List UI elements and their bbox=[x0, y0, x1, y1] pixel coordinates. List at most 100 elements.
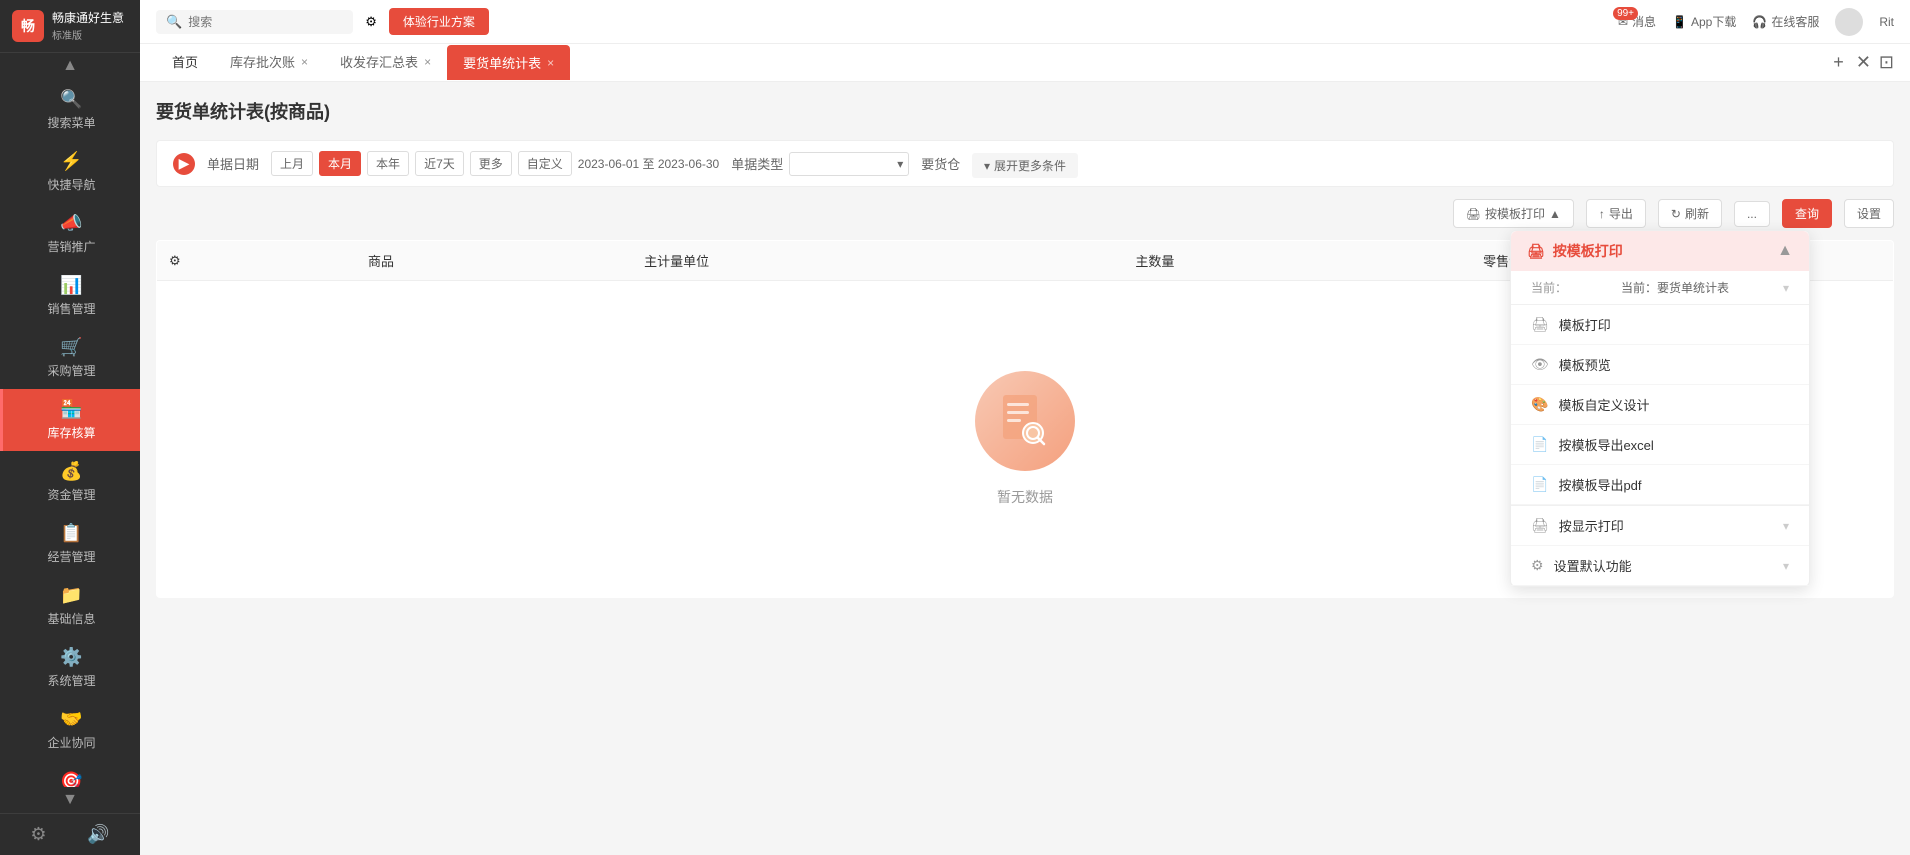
sidebar-bottom: ⚙ 🔊 bbox=[0, 813, 140, 855]
main-area: 🔍 ⚙ 体验行业方案 ✉ 99+ 消息 📱 App下载 🎧 在线客服 bbox=[140, 0, 1910, 855]
warehouse-filter: 要货仓 bbox=[921, 154, 960, 173]
avatar[interactable] bbox=[1835, 8, 1863, 36]
tabbar: 首页 库存批次账 × 收发存汇总表 × 要货单统计表 × + ✕ ⊡ bbox=[140, 44, 1910, 82]
sidebar-label-inventory: 库存核算 bbox=[47, 424, 95, 441]
sidebar-sound-icon[interactable]: 🔊 bbox=[87, 824, 109, 845]
col-quantity: 主数量 bbox=[1123, 241, 1471, 281]
tab-close-inventory-batch[interactable]: × bbox=[301, 55, 308, 69]
sidebar-item-basics[interactable]: 📁 基础信息 bbox=[0, 575, 140, 637]
query-btn[interactable]: 查询 bbox=[1782, 199, 1832, 228]
window-close-icon[interactable]: ✕ bbox=[1856, 52, 1871, 73]
sidebar-label-quicknav: 快捷导航 bbox=[47, 176, 95, 193]
window-maximize-icon[interactable]: ⊡ bbox=[1879, 52, 1894, 73]
type-filter-label: 单据类型 bbox=[731, 154, 783, 173]
current-label: 当前： bbox=[1531, 279, 1567, 296]
management-icon: 📋 bbox=[60, 523, 82, 544]
sidebar-item-quicknav[interactable]: ⚡ 快捷导航 bbox=[0, 141, 140, 203]
topbar-settings-icon[interactable]: ⚙ bbox=[365, 14, 377, 30]
settings-btn[interactable]: 设置 bbox=[1844, 199, 1894, 228]
popup-item-print[interactable]: 🖨 模板打印 bbox=[1511, 305, 1809, 345]
col-unit-label: 主计量单位 bbox=[644, 254, 709, 269]
expand-label: 展开更多条件 bbox=[994, 157, 1066, 174]
sidebar: 畅 畅康通好生意 标准版 ▲ 🔍 搜索菜单 ⚡ 快捷导航 📣 营销推广 📊 销售… bbox=[0, 0, 140, 855]
filter-toggle-btn[interactable]: ▶ bbox=[173, 153, 195, 175]
current-arrow-icon: ▾ bbox=[1783, 281, 1789, 295]
search-bar[interactable]: 🔍 bbox=[156, 10, 353, 34]
export-pdf-label: 按模板导出pdf bbox=[1558, 475, 1641, 494]
date-range-display: 2023-06-01 至 2023-06-30 bbox=[578, 155, 719, 172]
page-title: 要货单统计表(按商品) bbox=[156, 98, 1894, 124]
inventory-icon: 🏪 bbox=[60, 399, 82, 420]
settings-label: 设置 bbox=[1857, 205, 1881, 222]
refresh-icon: ↻ bbox=[1671, 207, 1681, 221]
print-popup-header: 🖨 按模板打印 ▲ bbox=[1511, 231, 1809, 271]
sidebar-label-basics: 基础信息 bbox=[47, 610, 95, 627]
print-arrow-icon: ▲ bbox=[1549, 207, 1561, 221]
export-btn[interactable]: ↑ 导出 bbox=[1586, 199, 1646, 228]
sidebar-item-inventory[interactable]: 🏪 库存核算 bbox=[0, 389, 140, 451]
tab-requisition[interactable]: 要货单统计表 × bbox=[447, 45, 570, 80]
template-print-icon: 🖨 bbox=[1531, 316, 1549, 333]
date-btn-current-month[interactable]: 本月 bbox=[319, 151, 361, 176]
marketing-icon: 📣 bbox=[60, 213, 82, 234]
sidebar-item-search[interactable]: 🔍 搜索菜单 bbox=[0, 79, 140, 141]
sidebar-item-management[interactable]: 📋 经营管理 bbox=[0, 513, 140, 575]
type-select[interactable] bbox=[789, 152, 909, 176]
sidebar-settings-icon[interactable]: ⚙ bbox=[30, 824, 46, 845]
search-input[interactable] bbox=[188, 15, 343, 29]
set-default-label: 设置默认功能 bbox=[1554, 556, 1632, 575]
expand-icon: ▾ bbox=[984, 159, 990, 173]
popup-item-set-default[interactable]: ⚙ 设置默认功能 ▾ bbox=[1511, 546, 1809, 586]
popup-item-display-print[interactable]: 🖨 按显示打印 ▾ bbox=[1511, 506, 1809, 546]
more-btn[interactable]: ... bbox=[1734, 201, 1770, 227]
date-group: 上月 本月 本年 近7天 更多 自定义 2023-06-01 至 2023-06… bbox=[271, 151, 719, 176]
scroll-down-btn[interactable]: ▼ bbox=[0, 787, 140, 813]
tab-close-requisition[interactable]: × bbox=[547, 56, 554, 70]
messages-badge: 99+ bbox=[1613, 7, 1638, 20]
topbar-right: ✉ 99+ 消息 📱 App下载 🎧 在线客服 Rit bbox=[1618, 8, 1894, 36]
col-settings[interactable]: ⚙ bbox=[157, 241, 357, 281]
display-print-icon: 🖨 bbox=[1531, 517, 1549, 534]
basics-icon: 📁 bbox=[60, 585, 82, 606]
username: Rit bbox=[1879, 15, 1894, 29]
trial-btn[interactable]: 体验行业方案 bbox=[389, 8, 489, 35]
popup-item-export-excel[interactable]: 📄 按模板导出excel bbox=[1511, 425, 1809, 465]
date-btn-prev-month[interactable]: 上月 bbox=[271, 151, 313, 176]
sidebar-item-purchase[interactable]: 🛒 采购管理 bbox=[0, 327, 140, 389]
popup-collapse-btn[interactable]: ▲ bbox=[1777, 242, 1793, 260]
popup-item-preview[interactable]: 👁 模板预览 bbox=[1511, 345, 1809, 385]
tab-summary[interactable]: 收发存汇总表 × bbox=[324, 44, 447, 81]
tab-inventory-batch[interactable]: 库存批次账 × bbox=[214, 44, 324, 81]
tab-expand-btn[interactable]: + bbox=[1833, 52, 1844, 73]
sales-icon: 📊 bbox=[60, 275, 82, 296]
tab-home[interactable]: 首页 bbox=[156, 44, 214, 81]
collab-icon: 🤝 bbox=[60, 709, 82, 730]
popup-item-export-pdf[interactable]: 📄 按模板导出pdf bbox=[1511, 465, 1809, 505]
expand-more-btn[interactable]: ▾ 展开更多条件 bbox=[972, 153, 1078, 178]
date-btn-custom[interactable]: 自定义 bbox=[518, 151, 572, 176]
sidebar-item-tutorial[interactable]: 🎯 新手引导 bbox=[0, 761, 140, 787]
summary-tab-label: 收发存汇总表 bbox=[340, 52, 418, 71]
refresh-btn[interactable]: ↻ 刷新 bbox=[1658, 199, 1722, 228]
scroll-up-btn[interactable]: ▲ bbox=[0, 53, 140, 79]
query-label: 查询 bbox=[1795, 205, 1819, 222]
sidebar-item-marketing[interactable]: 📣 营销推广 bbox=[0, 203, 140, 265]
sidebar-item-sales[interactable]: 📊 销售管理 bbox=[0, 265, 140, 327]
sidebar-item-finance[interactable]: 💰 资金管理 bbox=[0, 451, 140, 513]
set-default-arrow: ▾ bbox=[1783, 559, 1789, 573]
requisition-tab-label: 要货单统计表 bbox=[463, 53, 541, 72]
messages-btn[interactable]: ✉ 99+ 消息 bbox=[1618, 13, 1656, 30]
sidebar-item-collab[interactable]: 🤝 企业协同 bbox=[0, 699, 140, 761]
popup-current-item: 当前： 当前：要货单统计表 ▾ bbox=[1511, 271, 1809, 305]
system-icon: ⚙️ bbox=[60, 647, 82, 668]
type-select-wrapper[interactable] bbox=[789, 152, 909, 176]
tab-close-summary[interactable]: × bbox=[424, 55, 431, 69]
print-template-btn[interactable]: 🖨 按模板打印 ▲ bbox=[1453, 199, 1574, 228]
online-service-btn[interactable]: 🎧 在线客服 bbox=[1752, 13, 1819, 30]
date-btn-7days[interactable]: 近7天 bbox=[415, 151, 464, 176]
date-btn-current-year[interactable]: 本年 bbox=[367, 151, 409, 176]
app-download-btn[interactable]: 📱 App下载 bbox=[1672, 13, 1736, 30]
sidebar-item-system[interactable]: ⚙️ 系统管理 bbox=[0, 637, 140, 699]
popup-item-design[interactable]: 🎨 模板自定义设计 bbox=[1511, 385, 1809, 425]
date-btn-more[interactable]: 更多 bbox=[470, 151, 512, 176]
